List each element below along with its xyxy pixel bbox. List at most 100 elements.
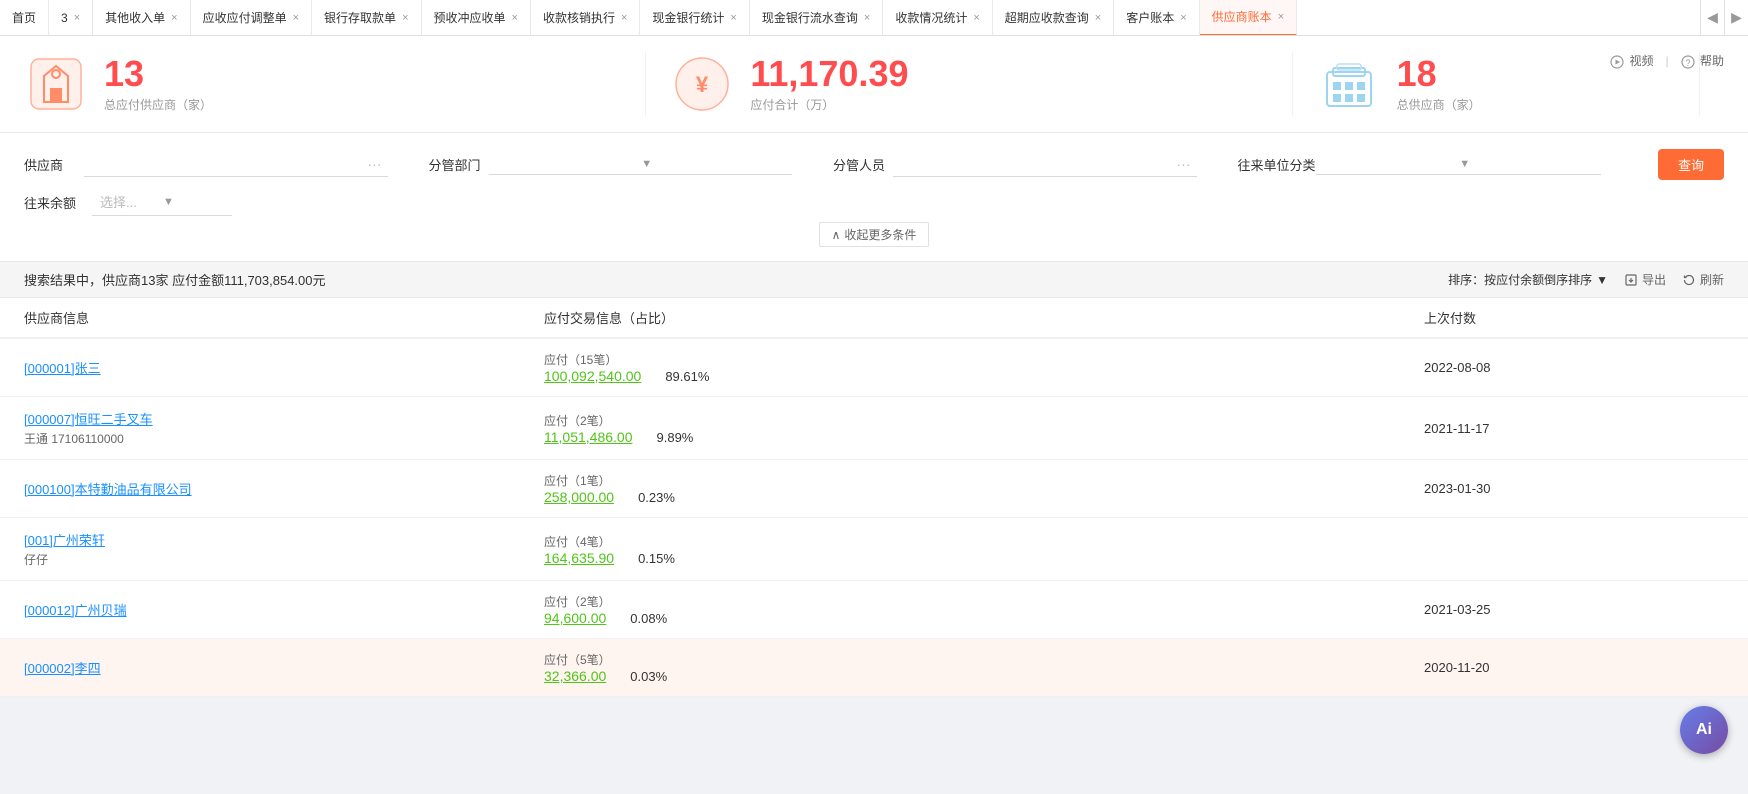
close-icon[interactable]: × (402, 12, 408, 24)
tx-label-5: 应付（2笔） (544, 593, 1424, 610)
query-button[interactable]: 查询 (1658, 149, 1724, 180)
refresh-button[interactable]: 刷新 (1682, 271, 1724, 288)
stat-icon-2: ¥ (670, 52, 734, 116)
nav-tab-overdue-ar[interactable]: 超期应收款查询 × (993, 0, 1114, 36)
supplier-sub-4: 仔仔 (24, 551, 544, 568)
supplier-sub-2: 王通 17106110000 (24, 430, 544, 447)
tx-label-1: 应付（15笔） (544, 351, 1424, 368)
tx-percent-5: 0.08% (630, 611, 667, 626)
supplier-info-5: [000012]广州贝瑞 (24, 600, 544, 619)
nav-tab-prepay-offset[interactable]: 预收冲应收单 × (422, 0, 531, 36)
nav-tab-home[interactable]: 首页 (0, 0, 49, 36)
chevron-down-icon: ▼ (641, 158, 786, 170)
close-icon[interactable]: × (864, 12, 870, 24)
svg-text:?: ? (1685, 58, 1690, 68)
table-row: [000012]广州贝瑞 应付（2笔） 94,600.00 0.08% 2021… (0, 581, 1748, 639)
supplier-link-6[interactable]: [000002]李四 (24, 658, 544, 677)
stat-info-3: 18 总供应商（家） (1397, 56, 1481, 113)
tx-amount-5[interactable]: 94,600.00 (544, 610, 606, 626)
supplier-input[interactable]: ··· (84, 152, 388, 177)
nav-tab-supplier-account[interactable]: 供应商账本 × (1200, 0, 1297, 36)
close-icon[interactable]: × (1180, 12, 1186, 24)
supplier-link-5[interactable]: [000012]广州贝瑞 (24, 600, 544, 619)
last-pay-2: 2021-11-17 (1424, 421, 1724, 436)
supplier-input-field[interactable] (92, 157, 368, 172)
supplier-info-1: [000001]张三 (24, 358, 544, 377)
chevron-up-icon: ∧ (832, 228, 841, 242)
supplier-link-4[interactable]: [001]广州荣轩 (24, 530, 544, 549)
tx-amount-6[interactable]: 32,366.00 (544, 668, 606, 684)
supplier-link-3[interactable]: [000100]本特勤油品有限公司 (24, 479, 544, 498)
tx-amount-4[interactable]: 164,635.90 (544, 550, 614, 566)
supplier-link-2[interactable]: [000007]恒旺二手叉车 (24, 409, 544, 428)
tx-info-5: 应付（2笔） 94,600.00 0.08% (544, 593, 1424, 626)
svg-text:¥: ¥ (696, 72, 709, 97)
nav-tab-receipt-stat[interactable]: 收款情况统计 × (883, 0, 992, 36)
close-icon[interactable]: × (293, 12, 299, 24)
result-bar: 搜索结果中，供应商13家 应付金额111,703,854.00元 排序：按应付余… (0, 262, 1748, 298)
chevron-down-icon: ▼ (1596, 273, 1608, 287)
supplier-info-3: [000100]本特勤油品有限公司 (24, 479, 544, 498)
tx-percent-2: 9.89% (657, 430, 694, 445)
close-icon[interactable]: × (730, 12, 736, 24)
nav-tab-bank-deposit[interactable]: 银行存取款单 × (312, 0, 421, 36)
collapse-button[interactable]: ∧ 收起更多条件 (819, 222, 930, 247)
category-label: 往来单位分类 (1238, 155, 1316, 174)
stat-info-2: 11,170.39 应付合计（万） (750, 56, 908, 113)
stat-number-3: 18 (1397, 56, 1481, 92)
stat-label-2: 应付合计（万） (750, 96, 908, 113)
stat-info-1: 13 总应付供应商（家） (104, 56, 212, 113)
table-row: [000002]李四 应付（5笔） 32,366.00 0.03% 2020-1… (0, 639, 1748, 697)
tx-info-2: 应付（2笔） 11,051,486.00 9.89% (544, 412, 1424, 445)
nav-prev-button[interactable]: ◀ (1700, 0, 1724, 36)
nav-tab-3[interactable]: 3 × (49, 0, 93, 36)
stat-block-2: ¥ 11,170.39 应付合计（万） (670, 52, 1292, 116)
close-icon[interactable]: × (973, 12, 979, 24)
close-icon[interactable]: × (512, 12, 518, 24)
supplier-info-2: [000007]恒旺二手叉车 王通 17106110000 (24, 409, 544, 447)
divider: | (1666, 54, 1669, 68)
result-actions: 排序：按应付余额倒序排序 ▼ 导出 刷新 (1448, 271, 1724, 288)
last-pay-1: 2022-08-08 (1424, 360, 1724, 375)
col-header-lastpay: 上次付数 (1424, 308, 1724, 327)
stat-label-1: 总应付供应商（家） (104, 96, 212, 113)
result-info: 搜索结果中，供应商13家 应付金额111,703,854.00元 (24, 270, 326, 289)
nav-tab-cash-flow[interactable]: 现金银行流水查询 × (750, 0, 883, 36)
sort-button[interactable]: 排序：按应付余额倒序排序 ▼ (1448, 271, 1608, 288)
export-button[interactable]: 导出 (1624, 271, 1666, 288)
tx-amount-3[interactable]: 258,000.00 (544, 489, 614, 505)
ai-button[interactable]: Ai (1680, 706, 1728, 754)
table-header: 供应商信息 应付交易信息（占比） 上次付数 (0, 298, 1748, 339)
close-icon[interactable]: × (621, 12, 627, 24)
nav-tab-other-income[interactable]: 其他收入单 × (93, 0, 190, 36)
nav-next-button[interactable]: ▶ (1724, 0, 1748, 36)
table-row: [000100]本特勤油品有限公司 应付（1笔） 258,000.00 0.23… (0, 460, 1748, 518)
stat-label-3: 总供应商（家） (1397, 96, 1481, 113)
tx-percent-4: 0.15% (638, 551, 675, 566)
person-input-field[interactable] (901, 157, 1177, 172)
dept-select[interactable]: ▼ (489, 154, 793, 175)
help-link[interactable]: ? 帮助 (1681, 52, 1724, 69)
person-input[interactable]: ··· (893, 152, 1197, 177)
tx-amount-1[interactable]: 100,092,540.00 (544, 368, 641, 384)
tx-percent-6: 0.03% (630, 669, 667, 684)
filter-area: 供应商 ··· 分管部门 ▼ 分管人员 ··· 往来单位分类 (0, 133, 1748, 262)
category-select[interactable]: ▼ (1316, 154, 1601, 175)
tx-label-3: 应付（1笔） (544, 472, 1424, 489)
top-nav: 首页 3 × 其他收入单 × 应收应付调整单 × 银行存取款单 × 预收冲应收单… (0, 0, 1748, 36)
stat-icon-3 (1317, 52, 1381, 116)
nav-tab-cash-bank-stat[interactable]: 现金银行统计 × (640, 0, 749, 36)
close-icon[interactable]: × (1278, 11, 1284, 23)
video-link[interactable]: 视频 (1610, 52, 1653, 69)
dept-label: 分管部门 (429, 155, 489, 174)
nav-tab-receipt-verify[interactable]: 收款核销执行 × (531, 0, 640, 36)
supplier-info-6: [000002]李四 (24, 658, 544, 677)
balance-select[interactable]: 选择... ▼ (92, 188, 232, 216)
close-icon[interactable]: × (171, 12, 177, 24)
close-icon[interactable]: × (1095, 12, 1101, 24)
nav-tab-customer-account[interactable]: 客户账本 × (1114, 0, 1199, 36)
tx-amount-2[interactable]: 11,051,486.00 (544, 429, 633, 445)
nav-tab-ap-adjust[interactable]: 应收应付调整单 × (191, 0, 312, 36)
close-icon[interactable]: × (74, 12, 80, 24)
supplier-link-1[interactable]: [000001]张三 (24, 358, 544, 377)
